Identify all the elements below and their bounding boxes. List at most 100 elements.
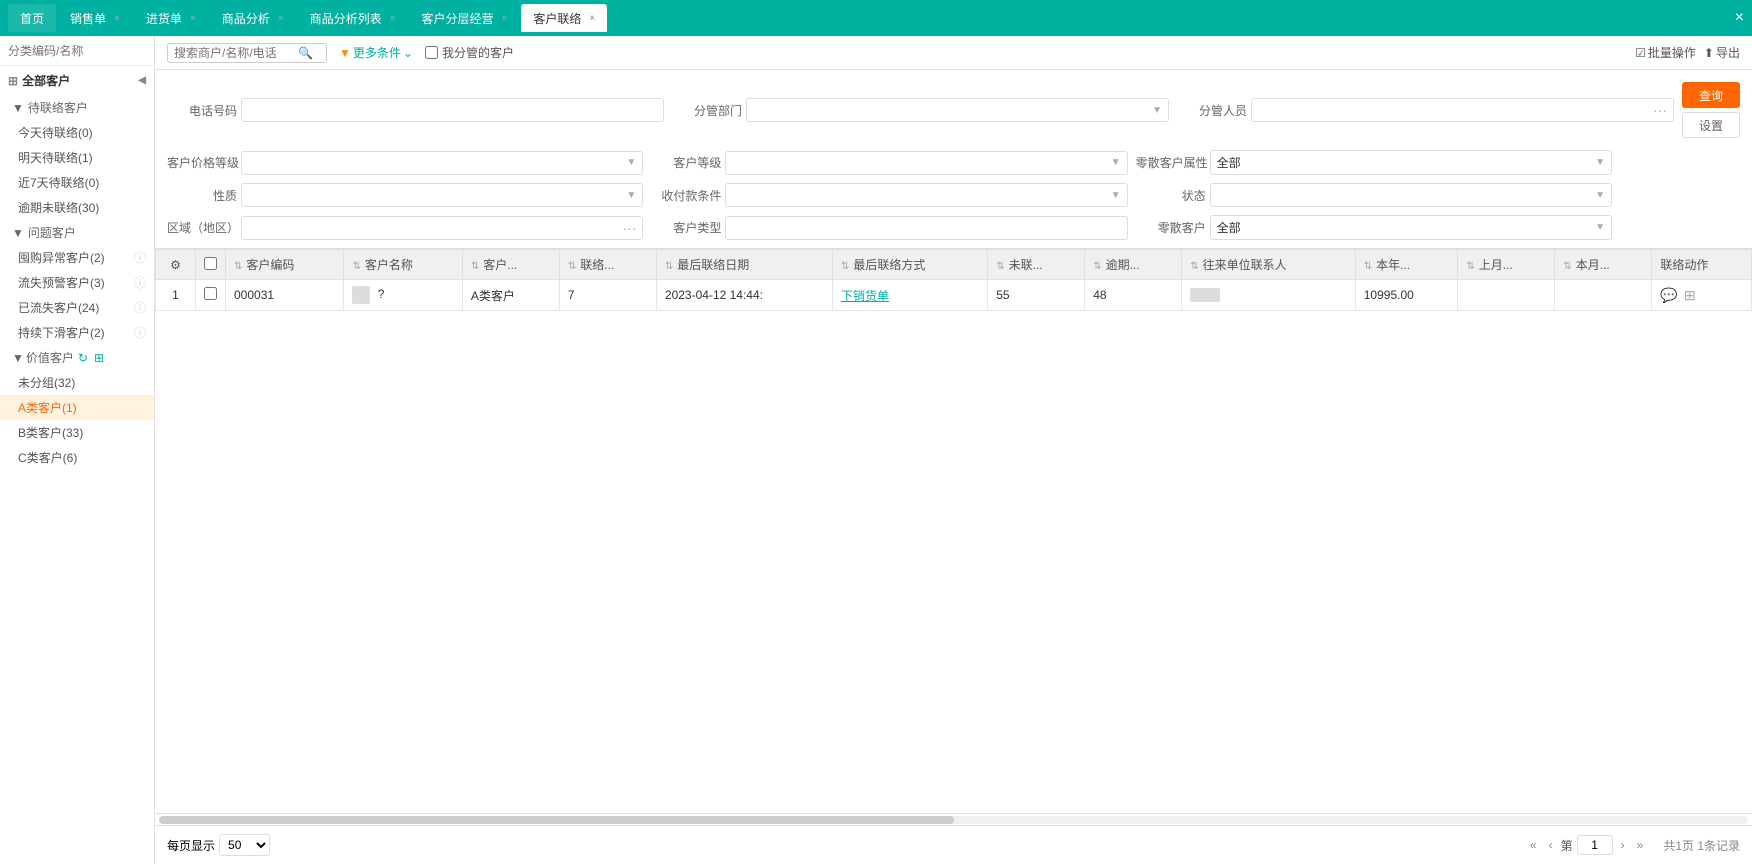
status-input[interactable]: ▼ — [1210, 183, 1612, 207]
page-input[interactable] — [1577, 835, 1613, 855]
tab-analysis-list[interactable]: 商品分析列表 × — [298, 4, 408, 32]
search-icon[interactable]: 🔍 — [298, 46, 313, 60]
col-contact2[interactable]: ⇅往来单位联系人 — [1182, 250, 1356, 280]
retail-input[interactable]: 全部 ▼ — [1210, 215, 1612, 240]
sidebar-search-input[interactable] — [8, 44, 155, 58]
col-checkbox[interactable] — [196, 250, 226, 280]
sidebar-item-a-class[interactable]: A类客户(1) — [0, 395, 154, 420]
sidebar-item-churn-warning[interactable]: 流失预警客户(3) ⓘ — [0, 270, 154, 295]
last-page-btn[interactable]: » — [1633, 836, 1648, 854]
batch-op-btn[interactable]: ☑ 批量操作 — [1635, 44, 1696, 61]
page-size-select[interactable]: 50 100 200 — [219, 834, 270, 856]
col-overdue[interactable]: ⇅逾期... — [1085, 250, 1182, 280]
close-customer-segment-tab[interactable]: × — [501, 13, 507, 24]
search-input[interactable] — [174, 46, 294, 60]
info-icon-3: ⓘ — [134, 299, 146, 316]
row-checkbox[interactable] — [196, 280, 226, 311]
pagination: 每页显示 50 100 200 « ‹ 第 › » 共1页 1条记录 — [155, 825, 1752, 864]
prev-page-btn[interactable]: ‹ — [1545, 836, 1557, 854]
cust-level-arrow-icon: ▼ — [1111, 157, 1121, 168]
filter-region: 区域（地区） ··· — [167, 216, 643, 240]
col-code[interactable]: ⇅客户编码 — [226, 250, 344, 280]
sidebar-item-hoarding[interactable]: 囤购异常客户(2) ⓘ — [0, 245, 154, 270]
region-input[interactable]: ··· — [241, 216, 643, 240]
sidebar-item-7days[interactable]: 近7天待联络(0) — [0, 170, 154, 195]
scroll-track[interactable] — [159, 816, 1748, 824]
retail-attr-arrow-icon: ▼ — [1595, 157, 1605, 168]
retail-attr-input[interactable]: 全部 ▼ — [1210, 150, 1612, 175]
window-close-button[interactable]: × — [1735, 9, 1744, 27]
my-customer-input[interactable] — [425, 46, 438, 59]
price-level-input[interactable]: ▼ — [241, 151, 643, 175]
sidebar-item-b-class[interactable]: B类客户(33) — [0, 420, 154, 445]
top-nav: 首页 销售单 × 进货单 × 商品分析 × 商品分析列表 × 客户分层经营 × … — [0, 0, 1752, 36]
qr-icon[interactable]: ⊞ — [1684, 287, 1696, 304]
col-contact-count[interactable]: ⇅联络... — [559, 250, 656, 280]
close-purchase-tab[interactable]: × — [190, 13, 196, 24]
filter-row-3: 性质 ▼ 收付款条件 ▼ 状态 — [167, 183, 1740, 207]
sidebar-group-value[interactable]: ▼ 价值客户 ↻ ⊞ — [0, 345, 154, 370]
select-all-checkbox[interactable] — [204, 257, 217, 270]
filter-area: 电话号码 分管部门 ▼ 分管人员 ··· — [155, 70, 1752, 249]
sidebar-all-customers[interactable]: ⊞ 全部客户 ◀ — [0, 66, 154, 95]
status-arrow-icon: ▼ — [1595, 190, 1605, 201]
customer-table: ⚙ ⇅客户编码 ⇅客户名称 ⇅客户... ⇅联络... ⇅最后联络日期 ⇅最后联… — [155, 249, 1752, 311]
cust-type-input[interactable] — [725, 216, 1127, 240]
table-row: 1 000031 ? A类客户 7 2023-04-12 14:44: 下销货单… — [156, 280, 1752, 311]
sidebar-item-declining[interactable]: 持续下滑客户(2) ⓘ — [0, 320, 154, 345]
payment-input[interactable]: ▼ — [725, 183, 1127, 207]
close-sales-tab[interactable]: × — [114, 13, 120, 24]
col-this-year[interactable]: ⇅本年... — [1355, 250, 1458, 280]
col-no-days[interactable]: ⇅未联... — [988, 250, 1085, 280]
export-btn[interactable]: ⬆ 导出 — [1704, 44, 1740, 61]
nature-input[interactable]: ▼ — [241, 183, 643, 207]
horizontal-scrollbar[interactable] — [155, 813, 1752, 825]
row-select-checkbox[interactable] — [204, 287, 217, 300]
close-customer-contact-tab[interactable]: × — [589, 13, 595, 24]
settings-button[interactable]: 设置 — [1682, 112, 1740, 138]
sidebar-item-today[interactable]: 今天待联络(0) — [0, 120, 154, 145]
col-last-method[interactable]: ⇅最后联络方式 — [833, 250, 988, 280]
cust-level-input[interactable]: ▼ — [725, 151, 1127, 175]
sidebar-group-pending[interactable]: ▼ 待联络客户 — [0, 95, 154, 120]
tab-home[interactable]: 首页 — [8, 4, 56, 32]
tab-customer-segment[interactable]: 客户分层经营 × — [409, 4, 519, 32]
sort-last-method-icon: ⇅ — [841, 261, 849, 272]
row-no-days: 55 — [988, 280, 1085, 311]
filter-more-btn[interactable]: ▼ 更多条件 ⌄ — [335, 42, 417, 63]
toolbar: 🔍 ▼ 更多条件 ⌄ 我分管的客户 ☑ 批量操作 ⬆ 导出 — [155, 36, 1752, 70]
message-icon[interactable]: 💬 — [1660, 287, 1677, 304]
sidebar-item-tomorrow[interactable]: 明天待联络(1) — [0, 145, 154, 170]
query-button[interactable]: 查询 — [1682, 82, 1740, 108]
phone-input[interactable] — [241, 98, 664, 122]
col-type[interactable]: ⇅客户... — [462, 250, 559, 280]
col-name[interactable]: ⇅客户名称 — [344, 250, 462, 280]
sidebar-item-unclassified[interactable]: 未分组(32) — [0, 370, 154, 395]
sidebar-item-c-class[interactable]: C类客户(6) — [0, 445, 154, 470]
refresh-icon[interactable]: ↻ — [76, 351, 90, 365]
sidebar-item-churned[interactable]: 已流失客户(24) ⓘ — [0, 295, 154, 320]
manager-input[interactable]: ··· — [1251, 98, 1674, 122]
col-settings[interactable]: ⚙ — [156, 250, 196, 280]
first-page-btn[interactable]: « — [1526, 836, 1541, 854]
sidebar-item-overdue[interactable]: 逾期未联络(30) — [0, 195, 154, 220]
row-contact2 — [1182, 280, 1356, 311]
my-customer-checkbox[interactable]: 我分管的客户 — [425, 44, 514, 61]
close-analysis-tab[interactable]: × — [278, 13, 284, 24]
tab-customer-contact[interactable]: 客户联络 × — [521, 4, 607, 32]
col-this-month[interactable]: ⇅本月... — [1555, 250, 1652, 280]
next-page-btn[interactable]: › — [1617, 836, 1629, 854]
chevron-down-icon: ⌄ — [403, 46, 413, 60]
col-last-date[interactable]: ⇅最后联络日期 — [656, 250, 832, 280]
dept-input[interactable]: ▼ — [746, 98, 1169, 122]
sidebar-group-problem[interactable]: ▼ 问题客户 — [0, 220, 154, 245]
scroll-thumb[interactable] — [159, 816, 954, 824]
close-analysis-list-tab[interactable]: × — [390, 13, 396, 24]
row-last-method[interactable]: 下销货单 — [833, 280, 988, 311]
tab-purchase[interactable]: 进货单 × — [134, 4, 208, 32]
col-last-month[interactable]: ⇅上月... — [1458, 250, 1555, 280]
search-box[interactable]: 🔍 — [167, 43, 327, 63]
tab-analysis[interactable]: 商品分析 × — [210, 4, 296, 32]
add-group-icon[interactable]: ⊞ — [92, 351, 106, 365]
tab-sales[interactable]: 销售单 × — [58, 4, 132, 32]
